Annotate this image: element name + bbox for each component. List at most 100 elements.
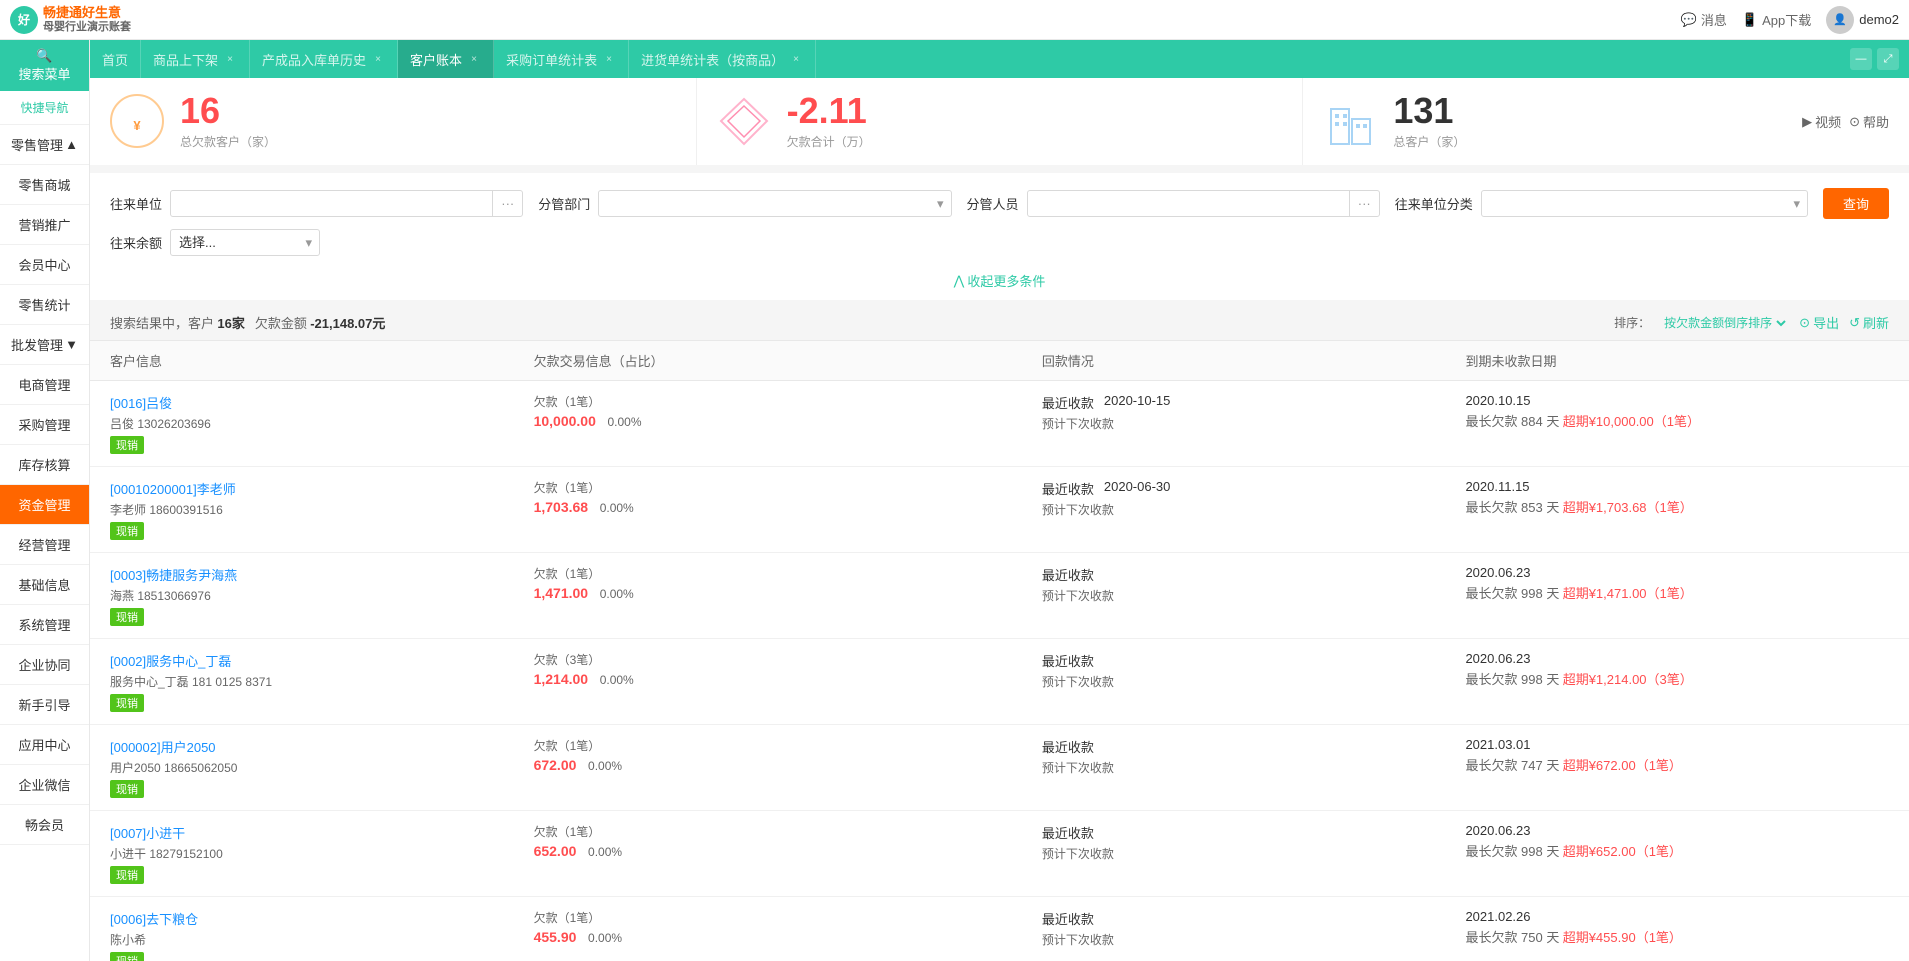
debt-amount[interactable]: 1,703.68 <box>534 499 589 515</box>
stat-label-total-customers: 总客户（家） <box>1393 133 1465 150</box>
collapse-button[interactable]: ⋀ 收起更多条件 <box>954 271 1046 290</box>
person-dots[interactable]: ··· <box>1349 191 1379 216</box>
customer-name[interactable]: [0016]吕俊 <box>110 393 534 412</box>
sidebar-item-basic-info[interactable]: 基础信息 <box>0 565 89 605</box>
sidebar-item-retail-mgmt[interactable]: 零售管理▲ <box>0 125 89 165</box>
balance-select[interactable]: 选择... <box>170 229 320 256</box>
sidebar-item-label: 企业协同 <box>18 658 70 673</box>
person-input[interactable] <box>1028 191 1349 216</box>
sidebar-item-app-center[interactable]: 应用中心 <box>0 725 89 765</box>
dept-select[interactable] <box>598 190 951 217</box>
overdue-days: 最长欠款 998 天 <box>1465 672 1559 687</box>
customer-name[interactable]: [0007]小进干 <box>110 823 534 842</box>
due-date: 2021.02.26 <box>1465 909 1889 924</box>
refresh-button[interactable]: ↺ 刷新 <box>1849 313 1889 332</box>
sidebar-nav-label[interactable]: 快捷导航 <box>0 91 89 125</box>
overdue-amount[interactable]: 超期¥1,703.68（1笔） <box>1563 500 1693 515</box>
sidebar-item-guide[interactable]: 新手引导 <box>0 685 89 725</box>
customer-tag: 现销 <box>110 608 144 626</box>
sidebar-item-corp-wechat[interactable]: 企业微信 <box>0 765 89 805</box>
tab-maximize-btn[interactable]: ⤢ <box>1877 48 1899 70</box>
debt-label: 欠款（1笔） <box>534 565 1042 582</box>
customer-name[interactable]: [0006]去下粮仓 <box>110 909 534 928</box>
user-name: demo2 <box>1859 12 1899 27</box>
person-input-wrapper: ··· <box>1027 190 1380 217</box>
sidebar-item-label: 批发管理 <box>11 335 63 354</box>
sidebar-item-purchase[interactable]: 采购管理 <box>0 405 89 445</box>
app-download-button[interactable]: 📱 App下载 <box>1742 10 1811 29</box>
unit-category-select[interactable] <box>1481 190 1808 217</box>
table-row: [0016]吕俊 吕俊 13026203696 现销 欠款（1笔） 10,000… <box>90 381 1909 467</box>
sidebar-item-ecommerce[interactable]: 电商管理 <box>0 365 89 405</box>
sort-select[interactable]: 按欠款金额倒序排序 <box>1660 315 1789 331</box>
svg-text:¥: ¥ <box>133 118 141 133</box>
sidebar-item-batch-mgmt[interactable]: 批发管理▼ <box>0 325 89 365</box>
overdue-amount[interactable]: 超期¥652.00（1笔） <box>1563 844 1682 859</box>
debt-amount[interactable]: 1,214.00 <box>534 671 589 687</box>
sidebar-item-enterprise[interactable]: 企业协同 <box>0 645 89 685</box>
source-unit-dots[interactable]: ··· <box>492 191 522 216</box>
stat-number-total-customers: 131 <box>1393 93 1465 129</box>
sidebar-item-marketing[interactable]: 营销推广 <box>0 205 89 245</box>
results-bar: 搜索结果中，客户 16家 欠款金额 -21,148.07元 排序： 按欠款金额倒… <box>90 305 1909 341</box>
customer-tag: 现销 <box>110 866 144 884</box>
stat-label-debt-amount: 欠款合计（万） <box>787 133 871 150</box>
tab-product-listing[interactable]: 商品上下架 × <box>141 40 250 78</box>
tab-minimize-btn[interactable]: — <box>1850 48 1872 70</box>
sidebar-item-label: 会员中心 <box>18 258 70 273</box>
customer-info: [00010200001]李老师 李老师 18600391516 现销 <box>110 479 534 540</box>
view-button[interactable]: ▶ 视频 <box>1802 112 1841 131</box>
latest-label: 最近收款 <box>1042 651 1094 670</box>
tab-close-icon[interactable]: × <box>223 52 237 66</box>
sidebar-search-label: 搜索菜单 <box>4 64 85 83</box>
message-button[interactable]: 💬 消息 <box>1681 10 1727 29</box>
sidebar-item-operations[interactable]: 经营管理 <box>0 525 89 565</box>
customer-name[interactable]: [000002]用户2050 <box>110 737 534 756</box>
recovery-latest: 最近收款 <box>1042 651 1466 670</box>
customer-name[interactable]: [00010200001]李老师 <box>110 479 534 498</box>
sidebar-item-inventory[interactable]: 库存核算 <box>0 445 89 485</box>
sidebar-section: 零售管理▲ 零售商城 营销推广 会员中心 零售统计 批发管理▼ 电商管理 采购管… <box>0 125 89 845</box>
debt-amount[interactable]: 1,471.00 <box>534 585 589 601</box>
customer-name[interactable]: [0003]畅捷服务尹海燕 <box>110 565 534 584</box>
sidebar-search[interactable]: 🔍 搜索菜单 <box>0 40 89 91</box>
help-button[interactable]: ⊙ 帮助 <box>1849 112 1889 131</box>
debt-info: 欠款（1笔） 652.00 0.00% <box>534 823 1042 859</box>
tab-product-history[interactable]: 产成品入库单历史 × <box>250 40 398 78</box>
overdue-amount[interactable]: 超期¥1,214.00（3笔） <box>1563 672 1693 687</box>
message-icon: 💬 <box>1681 12 1697 28</box>
overdue-amount[interactable]: 超期¥1,471.00（1笔） <box>1563 586 1693 601</box>
chevron-icon: ▲ <box>65 137 78 152</box>
overdue-amount[interactable]: 超期¥10,000.00（1笔） <box>1563 414 1700 429</box>
overdue-amount[interactable]: 超期¥672.00（1笔） <box>1563 758 1682 773</box>
latest-label: 最近收款 <box>1042 393 1094 412</box>
debt-amount[interactable]: 455.90 <box>534 929 577 945</box>
sidebar-item-retail-mall[interactable]: 零售商城 <box>0 165 89 205</box>
tab-close-icon[interactable]: × <box>602 52 616 66</box>
tab-purchase-stats[interactable]: 进货单统计表（按商品） × <box>629 40 816 78</box>
tab-label: 产成品入库单历史 <box>262 50 366 69</box>
source-unit-input[interactable] <box>171 191 492 216</box>
tab-purchase-order[interactable]: 采购订单统计表 × <box>494 40 629 78</box>
sidebar-item-label: 营销推广 <box>18 218 70 233</box>
user-profile[interactable]: 👤 demo2 <box>1826 6 1899 34</box>
customer-name[interactable]: [0002]服务中心_丁磊 <box>110 651 534 670</box>
sidebar-item-finance[interactable]: 资金管理 <box>0 485 89 525</box>
data-table: 客户信息 欠款交易信息（占比） 回款情况 到期未收款日期 [0016]吕俊 吕俊… <box>90 341 1909 961</box>
sidebar-item-system[interactable]: 系统管理 <box>0 605 89 645</box>
export-button[interactable]: ⊙ 导出 <box>1799 313 1839 332</box>
sidebar-item-member[interactable]: 会员中心 <box>0 245 89 285</box>
overdue-amount[interactable]: 超期¥455.90（1笔） <box>1563 930 1682 945</box>
tab-close-icon[interactable]: × <box>371 52 385 66</box>
chevron-up-icon: ⋀ <box>954 273 965 289</box>
debt-amount[interactable]: 672.00 <box>534 757 577 773</box>
sidebar-item-retail-stats[interactable]: 零售统计 <box>0 285 89 325</box>
sidebar-item-vip[interactable]: 畅会员 <box>0 805 89 845</box>
tab-close-icon[interactable]: × <box>467 52 481 66</box>
debt-amount[interactable]: 652.00 <box>534 843 577 859</box>
debt-amount[interactable]: 10,000.00 <box>534 413 596 429</box>
search-button[interactable]: 查询 <box>1823 188 1889 219</box>
tab-home[interactable]: 首页 <box>90 40 141 78</box>
tab-customer-account[interactable]: 客户账本 × <box>398 40 494 78</box>
tab-close-icon[interactable]: × <box>789 52 803 66</box>
